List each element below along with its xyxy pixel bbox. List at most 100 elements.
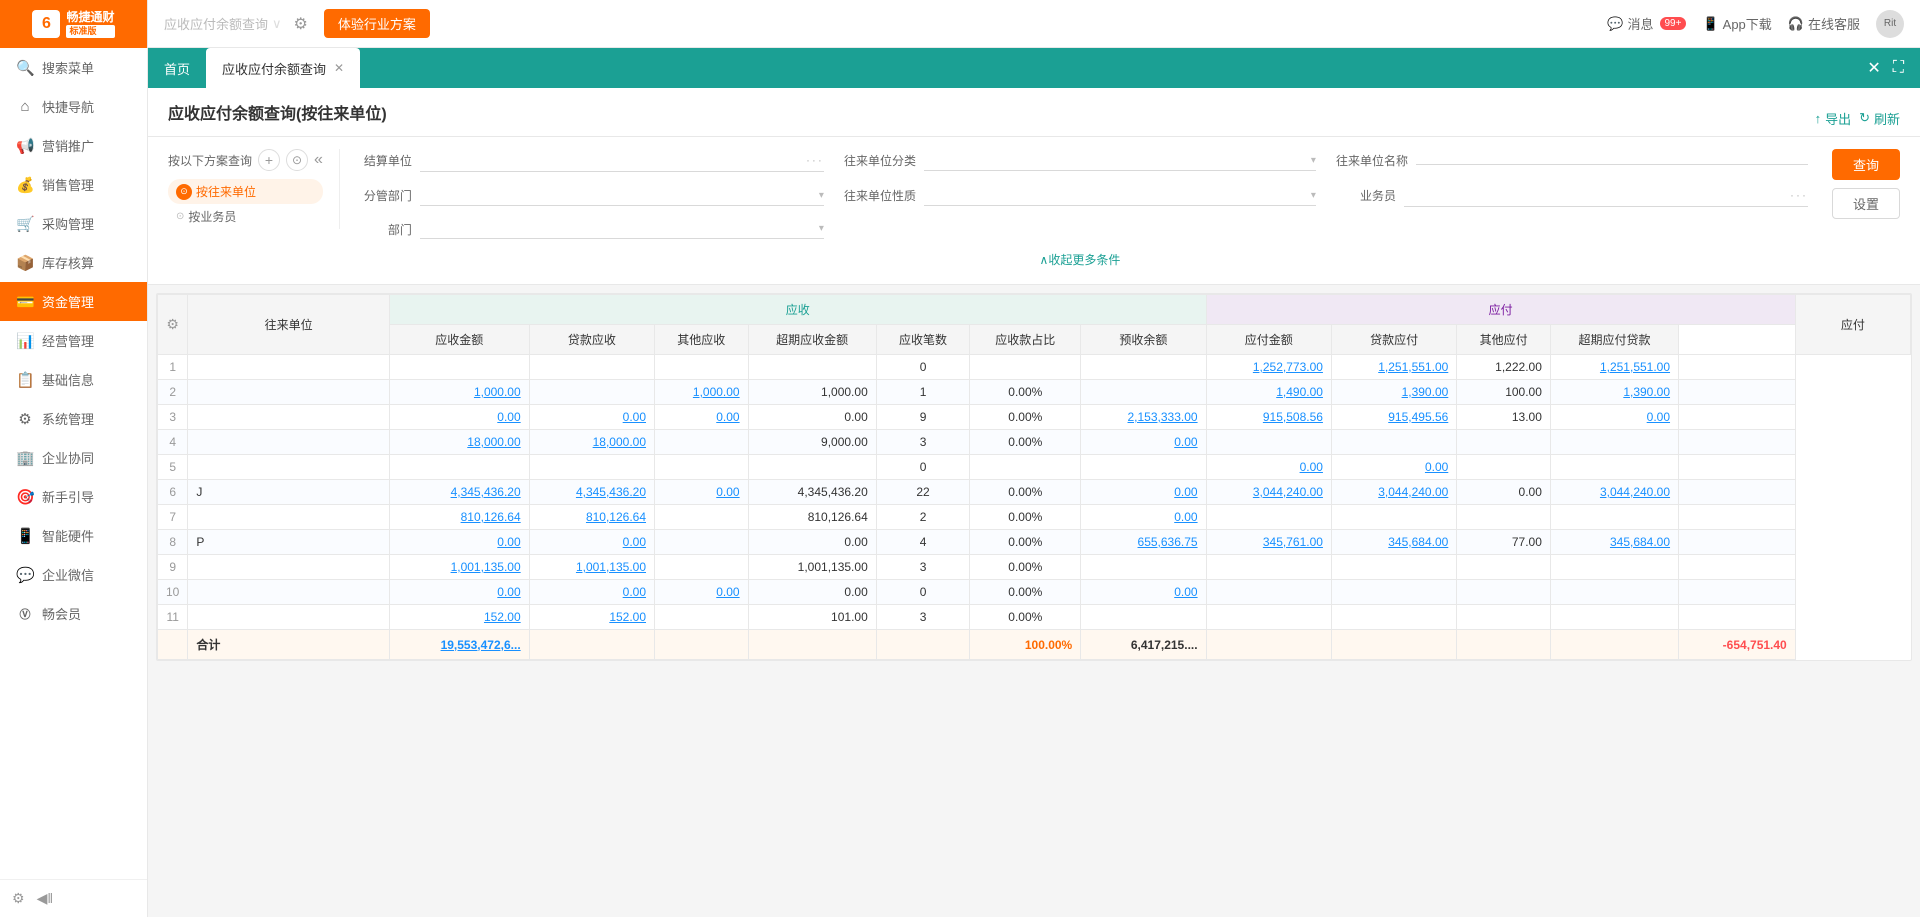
scheme-by-staff[interactable]: ⊙ 按业务员: [168, 204, 323, 229]
table-cell[interactable]: 0.00: [1081, 580, 1206, 605]
tab-close-window-icon[interactable]: ✕: [1867, 58, 1880, 78]
sidebar-item-member[interactable]: Ⓥ 畅会员: [0, 594, 147, 633]
message-btn[interactable]: 💬 消息 99+: [1607, 14, 1686, 33]
gear-icon[interactable]: ⚙: [294, 14, 308, 34]
table-cell[interactable]: 0.00: [389, 530, 529, 555]
trial-btn[interactable]: 体验行业方案: [324, 9, 430, 38]
sidebar-settings-btn[interactable]: ⚙: [12, 890, 25, 907]
table-cell[interactable]: 345,761.00: [1206, 530, 1331, 555]
salesperson-input[interactable]: ···: [1404, 184, 1808, 207]
table-cell: 0.00%: [970, 505, 1081, 530]
table-cell[interactable]: 0.00: [655, 580, 749, 605]
table-cell[interactable]: 1,000.00: [655, 380, 749, 405]
query-btn[interactable]: 查询: [1832, 149, 1900, 180]
table-cell[interactable]: 0.00: [1331, 455, 1456, 480]
table-cell[interactable]: 3,044,240.00: [1550, 480, 1678, 505]
table-cell[interactable]: 1,000.00: [389, 380, 529, 405]
scheme-by-unit[interactable]: ⊙ 按往来单位: [168, 179, 323, 204]
sidebar-item-marketing[interactable]: 📢 营销推广: [0, 126, 147, 165]
sidebar-item-quicknav[interactable]: ⌂ 快捷导航: [0, 87, 147, 126]
scheme-settings-icon[interactable]: ⊙: [286, 149, 308, 171]
table-cell[interactable]: 1,252,773.00: [1206, 355, 1331, 380]
table-cell[interactable]: 0.00: [1206, 455, 1331, 480]
add-scheme-btn[interactable]: +: [258, 149, 280, 171]
sidebar-item-sales[interactable]: 💰 销售管理: [0, 165, 147, 204]
sidebar-item-inventory[interactable]: 📦 库存核算: [0, 243, 147, 282]
table-cell[interactable]: 655,636.75: [1081, 530, 1206, 555]
table-cell[interactable]: 1,390.00: [1331, 380, 1456, 405]
app-download-btn[interactable]: 📱 App下载: [1702, 14, 1771, 33]
settings-btn[interactable]: 设置: [1832, 188, 1900, 219]
table-cell[interactable]: 0.00: [529, 405, 654, 430]
table-cell[interactable]: 2,153,333.00: [1081, 405, 1206, 430]
tab-right-actions: ✕ ⛶: [1867, 58, 1920, 78]
scheme-by-staff-label: 按业务员: [188, 208, 236, 225]
sidebar-item-finance[interactable]: 💳 资金管理: [0, 282, 147, 321]
table-cell[interactable]: 915,495.56: [1331, 405, 1456, 430]
table-cell[interactable]: 0.00: [655, 480, 749, 505]
table-cell[interactable]: 0.00: [655, 405, 749, 430]
table-cell[interactable]: 0.00: [389, 405, 529, 430]
sidebar-item-corp[interactable]: 🏢 企业协同: [0, 438, 147, 477]
partner-name-input[interactable]: [1416, 156, 1808, 165]
dept-supervisor-input[interactable]: ▾: [420, 186, 824, 206]
table-cell[interactable]: 0.00: [1081, 430, 1206, 455]
sidebar-item-system[interactable]: ⚙ 系统管理: [0, 399, 147, 438]
table-cell: 6: [158, 480, 188, 505]
table-cell[interactable]: 0.00: [529, 580, 654, 605]
table-cell[interactable]: 4,345,436.20: [389, 480, 529, 505]
partner-category-input[interactable]: ▾: [924, 151, 1316, 171]
table-cell[interactable]: 1,490.00: [1206, 380, 1331, 405]
tab-close-icon[interactable]: ✕: [334, 61, 344, 75]
settings-col-header[interactable]: ⚙: [158, 295, 188, 355]
sidebar-item-newbie[interactable]: 🎯 新手引导: [0, 477, 147, 516]
export-btn[interactable]: ↑ 导出: [1815, 109, 1852, 128]
sidebar-item-hardware[interactable]: 📱 智能硬件: [0, 516, 147, 555]
table-cell[interactable]: 0.00: [1081, 480, 1206, 505]
settlement-unit-input[interactable]: ···: [420, 149, 824, 172]
table-cell[interactable]: 810,126.64: [529, 505, 654, 530]
table-cell[interactable]: 915,508.56: [1206, 405, 1331, 430]
user-avatar[interactable]: Rit: [1876, 10, 1904, 38]
footer-ar-amount[interactable]: 19,553,472,6...: [389, 630, 529, 660]
table-cell: 3: [158, 405, 188, 430]
sidebar-item-operations[interactable]: 📊 经营管理: [0, 321, 147, 360]
refresh-btn[interactable]: ↻ 刷新: [1859, 109, 1900, 128]
table-cell[interactable]: 1,001,135.00: [389, 555, 529, 580]
ar-amount-col-header: 应收金额: [389, 325, 529, 355]
sidebar-collapse-btn[interactable]: ◀‖: [37, 890, 54, 907]
sidebar-item-label: 采购管理: [42, 214, 94, 233]
partner-nature-input[interactable]: ▾: [924, 186, 1316, 206]
table-cell[interactable]: 3,044,240.00: [1331, 480, 1456, 505]
table-cell[interactable]: 0.00: [1081, 505, 1206, 530]
collapse-btn[interactable]: ∧ 收起更多条件: [352, 247, 1808, 272]
table-cell[interactable]: 810,126.64: [389, 505, 529, 530]
filter-expand-icon[interactable]: «: [314, 151, 323, 169]
table-settings-icon[interactable]: ⚙: [166, 316, 179, 332]
sidebar-item-wechat[interactable]: 💬 企业微信: [0, 555, 147, 594]
tab-query[interactable]: 应收应付余额查询 ✕: [206, 48, 360, 88]
table-cell[interactable]: 345,684.00: [1331, 530, 1456, 555]
table-cell[interactable]: 3,044,240.00: [1206, 480, 1331, 505]
table-cell[interactable]: 345,684.00: [1550, 530, 1678, 555]
table-cell[interactable]: 4,345,436.20: [529, 480, 654, 505]
table-cell[interactable]: 1,001,135.00: [529, 555, 654, 580]
tab-expand-icon[interactable]: ⛶: [1893, 59, 1904, 77]
sidebar-item-base[interactable]: 📋 基础信息: [0, 360, 147, 399]
table-cell[interactable]: 1,251,551.00: [1550, 355, 1678, 380]
table-cell[interactable]: 0.00: [1550, 405, 1678, 430]
table-cell[interactable]: 0.00: [529, 530, 654, 555]
table-cell[interactable]: 1,251,551.00: [1331, 355, 1456, 380]
table-cell[interactable]: 18,000.00: [389, 430, 529, 455]
table-cell[interactable]: 152.00: [529, 605, 654, 630]
sidebar-item-purchase[interactable]: 🛒 采购管理: [0, 204, 147, 243]
sidebar-item-search[interactable]: 🔍 搜索菜单: [0, 48, 147, 87]
tab-home[interactable]: 首页: [148, 48, 206, 88]
table-cell[interactable]: 18,000.00: [529, 430, 654, 455]
dept-input[interactable]: ▾: [420, 219, 824, 239]
table-cell: [1331, 605, 1456, 630]
online-service-btn[interactable]: 🎧 在线客服: [1788, 14, 1860, 33]
table-cell[interactable]: 0.00: [389, 580, 529, 605]
table-cell[interactable]: 1,390.00: [1550, 380, 1678, 405]
table-cell[interactable]: 152.00: [389, 605, 529, 630]
